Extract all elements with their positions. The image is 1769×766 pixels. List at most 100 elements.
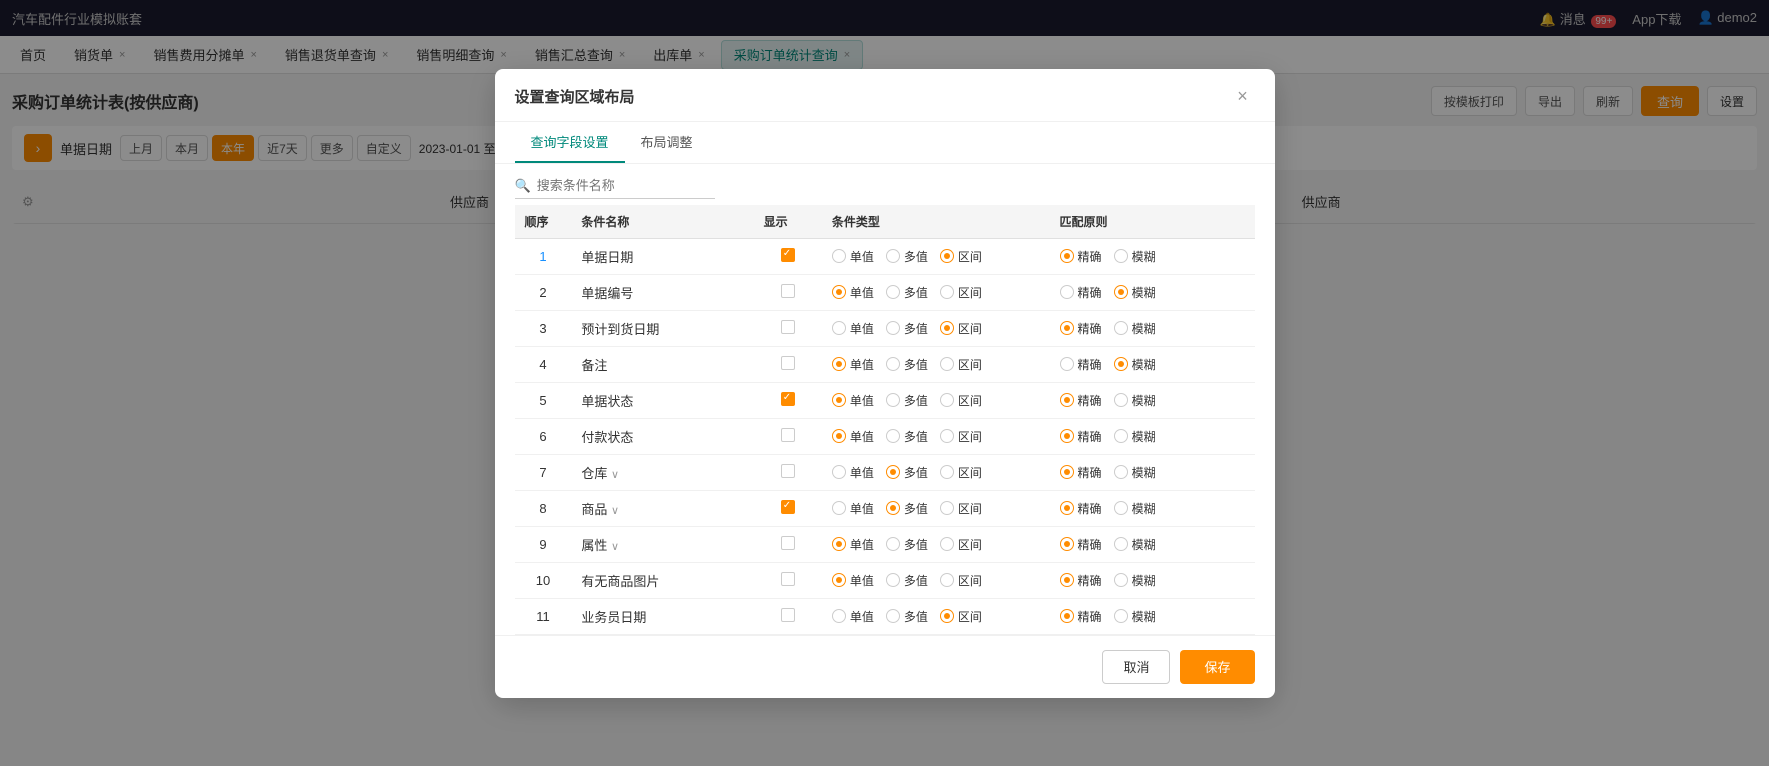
row-display-checkbox[interactable] [754,562,822,598]
row-condition-name: 单据日期 [571,238,753,274]
radio-type-multi[interactable]: 多值 [886,464,928,481]
radio-type-multi[interactable]: 多值 [886,428,928,445]
cancel-button[interactable]: 取消 [1102,650,1170,684]
radio-type-range[interactable]: 区间 [940,284,982,301]
th-display: 显示 [754,205,822,239]
radio-type-multi[interactable]: 多值 [886,500,928,517]
radio-type-single[interactable]: 单值 [832,392,874,409]
checkbox[interactable] [781,536,795,550]
radio-type-range[interactable]: 区间 [940,536,982,553]
radio-type-single[interactable]: 单值 [832,284,874,301]
radio-type-single[interactable]: 单值 [832,248,874,265]
row-display-checkbox[interactable] [754,526,822,562]
radio-type-range[interactable]: 区间 [940,248,982,265]
radio-match-exact[interactable]: 精确 [1060,320,1102,337]
radio-type-single[interactable]: 单值 [832,320,874,337]
row-condition-name: 业务员日期 [571,598,753,634]
checkbox[interactable] [781,356,795,370]
radio-match-fuzzy[interactable]: 模糊 [1114,392,1156,409]
radio-match-fuzzy[interactable]: 模糊 [1114,464,1156,481]
modal-table: 顺序 条件名称 显示 条件类型 匹配原则 [515,205,1255,635]
radio-type-multi[interactable]: 多值 [886,356,928,373]
checkbox[interactable] [781,500,795,514]
modal-tab-fields[interactable]: 查询字段设置 [515,122,625,163]
row-type-radios: 单值多值区间 [822,382,1050,418]
checkbox[interactable] [781,392,795,406]
checkbox[interactable] [781,464,795,478]
radio-type-single[interactable]: 单值 [832,572,874,589]
modal-close-button[interactable]: × [1231,85,1255,109]
radio-type-multi[interactable]: 多值 [886,608,928,625]
row-display-checkbox[interactable] [754,238,822,274]
row-display-checkbox[interactable] [754,454,822,490]
radio-match-fuzzy[interactable]: 模糊 [1114,248,1156,265]
radio-match-exact[interactable]: 精确 [1060,536,1102,553]
radio-match-exact[interactable]: 精确 [1060,572,1102,589]
row-order: 7 [515,454,572,490]
radio-match-fuzzy[interactable]: 模糊 [1114,284,1156,301]
modal-tab-layout[interactable]: 布局调整 [625,122,709,163]
radio-match-fuzzy[interactable]: 模糊 [1114,536,1156,553]
checkbox[interactable] [781,428,795,442]
checkbox[interactable] [781,608,795,622]
radio-type-range[interactable]: 区间 [940,356,982,373]
radio-match-fuzzy[interactable]: 模糊 [1114,608,1156,625]
checkbox[interactable] [781,248,795,262]
row-match-radios: 精确模糊 [1050,454,1255,490]
save-button[interactable]: 保存 [1180,650,1254,684]
radio-type-range[interactable]: 区间 [940,464,982,481]
radio-type-range[interactable]: 区间 [940,320,982,337]
search-input[interactable] [537,178,697,193]
row-order: 8 [515,490,572,526]
radio-type-multi[interactable]: 多值 [886,392,928,409]
row-display-checkbox[interactable] [754,346,822,382]
radio-type-single[interactable]: 单值 [832,464,874,481]
radio-match-fuzzy[interactable]: 模糊 [1114,320,1156,337]
radio-type-multi[interactable]: 多值 [886,572,928,589]
radio-type-multi[interactable]: 多值 [886,284,928,301]
table-row: 7仓库 ∨ 单值多值区间 精确模糊 [515,454,1255,490]
radio-type-multi[interactable]: 多值 [886,320,928,337]
radio-type-range[interactable]: 区间 [940,428,982,445]
modal-header: 设置查询区域布局 × [495,69,1275,122]
radio-match-exact[interactable]: 精确 [1060,356,1102,373]
modal-tab-bar: 查询字段设置 布局调整 [495,122,1275,164]
row-display-checkbox[interactable] [754,418,822,454]
radio-match-exact[interactable]: 精确 [1060,500,1102,517]
radio-type-multi[interactable]: 多值 [886,536,928,553]
row-display-checkbox[interactable] [754,310,822,346]
radio-match-exact[interactable]: 精确 [1060,464,1102,481]
radio-match-exact[interactable]: 精确 [1060,428,1102,445]
radio-match-fuzzy[interactable]: 模糊 [1114,572,1156,589]
radio-type-single[interactable]: 单值 [832,356,874,373]
row-condition-name: 单据状态 [571,382,753,418]
row-type-radios: 单值多值区间 [822,274,1050,310]
checkbox[interactable] [781,572,795,586]
radio-type-single[interactable]: 单值 [832,500,874,517]
radio-type-multi[interactable]: 多值 [886,248,928,265]
search-icon: 🔍 [515,178,531,194]
radio-match-fuzzy[interactable]: 模糊 [1114,428,1156,445]
radio-match-exact[interactable]: 精确 [1060,392,1102,409]
radio-type-range[interactable]: 区间 [940,392,982,409]
row-display-checkbox[interactable] [754,490,822,526]
radio-type-single[interactable]: 单值 [832,428,874,445]
radio-type-range[interactable]: 区间 [940,500,982,517]
checkbox[interactable] [781,320,795,334]
radio-type-single[interactable]: 单值 [832,608,874,625]
row-condition-name: 仓库 ∨ [571,454,753,490]
radio-type-single[interactable]: 单值 [832,536,874,553]
row-display-checkbox[interactable] [754,382,822,418]
table-row: 5单据状态单值多值区间精确模糊 [515,382,1255,418]
row-display-checkbox[interactable] [754,598,822,634]
checkbox[interactable] [781,284,795,298]
radio-match-fuzzy[interactable]: 模糊 [1114,500,1156,517]
radio-match-exact[interactable]: 精确 [1060,284,1102,301]
row-type-radios: 单值多值区间 [822,238,1050,274]
radio-match-exact[interactable]: 精确 [1060,248,1102,265]
row-display-checkbox[interactable] [754,274,822,310]
radio-type-range[interactable]: 区间 [940,572,982,589]
radio-match-exact[interactable]: 精确 [1060,608,1102,625]
radio-match-fuzzy[interactable]: 模糊 [1114,356,1156,373]
radio-type-range[interactable]: 区间 [940,608,982,625]
